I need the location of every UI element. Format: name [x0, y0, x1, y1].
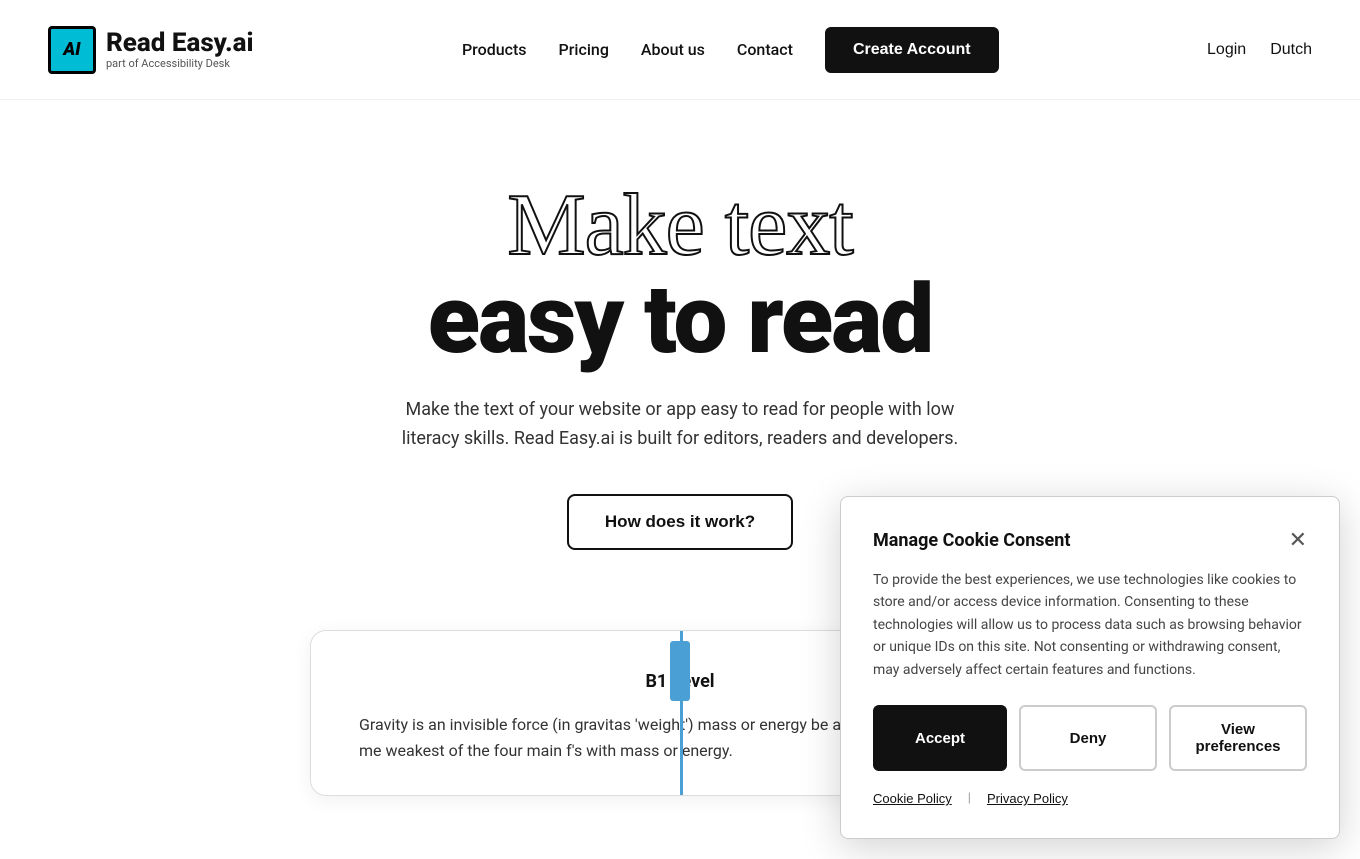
how-does-it-work-button[interactable]: How does it work?	[567, 494, 793, 550]
cookie-body: To provide the best experiences, we use …	[873, 569, 1307, 681]
nav-link-products[interactable]: Products	[462, 40, 527, 59]
privacy-policy-link[interactable]: Privacy Policy	[987, 791, 1068, 806]
cookie-footer-links: Cookie Policy | Privacy Policy	[873, 791, 1307, 806]
nav-link-about[interactable]: About us	[641, 40, 705, 59]
nav-links: Products Pricing About us Contact Create…	[462, 27, 999, 73]
logo-icon: AI	[48, 26, 96, 74]
login-button[interactable]: Login	[1207, 41, 1246, 59]
nav-link-contact[interactable]: Contact	[737, 40, 793, 59]
view-preferences-button[interactable]: View preferences	[1169, 705, 1307, 771]
language-button[interactable]: Dutch	[1270, 41, 1312, 59]
create-account-button[interactable]: Create Account	[825, 27, 999, 73]
cookie-header: Manage Cookie Consent ✕	[873, 529, 1307, 551]
nav-link-pricing[interactable]: Pricing	[559, 40, 609, 59]
cookie-close-button[interactable]: ✕	[1289, 529, 1307, 551]
cookie-divider: |	[968, 791, 971, 806]
hero-subtitle: Make the text of your website or app eas…	[380, 396, 980, 454]
navbar: AI Read Easy.ai part of Accessibility De…	[0, 0, 1360, 100]
logo-subtitle: part of Accessibility Desk	[106, 57, 254, 70]
accept-button[interactable]: Accept	[873, 705, 1007, 771]
demo-slider-handle[interactable]	[670, 641, 690, 701]
logo-text-group: Read Easy.ai part of Accessibility Desk	[106, 29, 254, 71]
cookie-title: Manage Cookie Consent	[873, 530, 1070, 551]
cookie-modal: Manage Cookie Consent ✕ To provide the b…	[840, 496, 1340, 839]
logo-title: Read Easy.ai	[106, 29, 254, 58]
hero-line1: Make text	[40, 180, 1320, 272]
deny-button[interactable]: Deny	[1019, 705, 1157, 771]
cookie-actions: Accept Deny View preferences	[873, 705, 1307, 771]
nav-right: Login Dutch	[1207, 41, 1312, 59]
cookie-policy-link[interactable]: Cookie Policy	[873, 791, 952, 806]
hero-line2: easy to read	[40, 272, 1320, 368]
logo[interactable]: AI Read Easy.ai part of Accessibility De…	[48, 26, 254, 74]
